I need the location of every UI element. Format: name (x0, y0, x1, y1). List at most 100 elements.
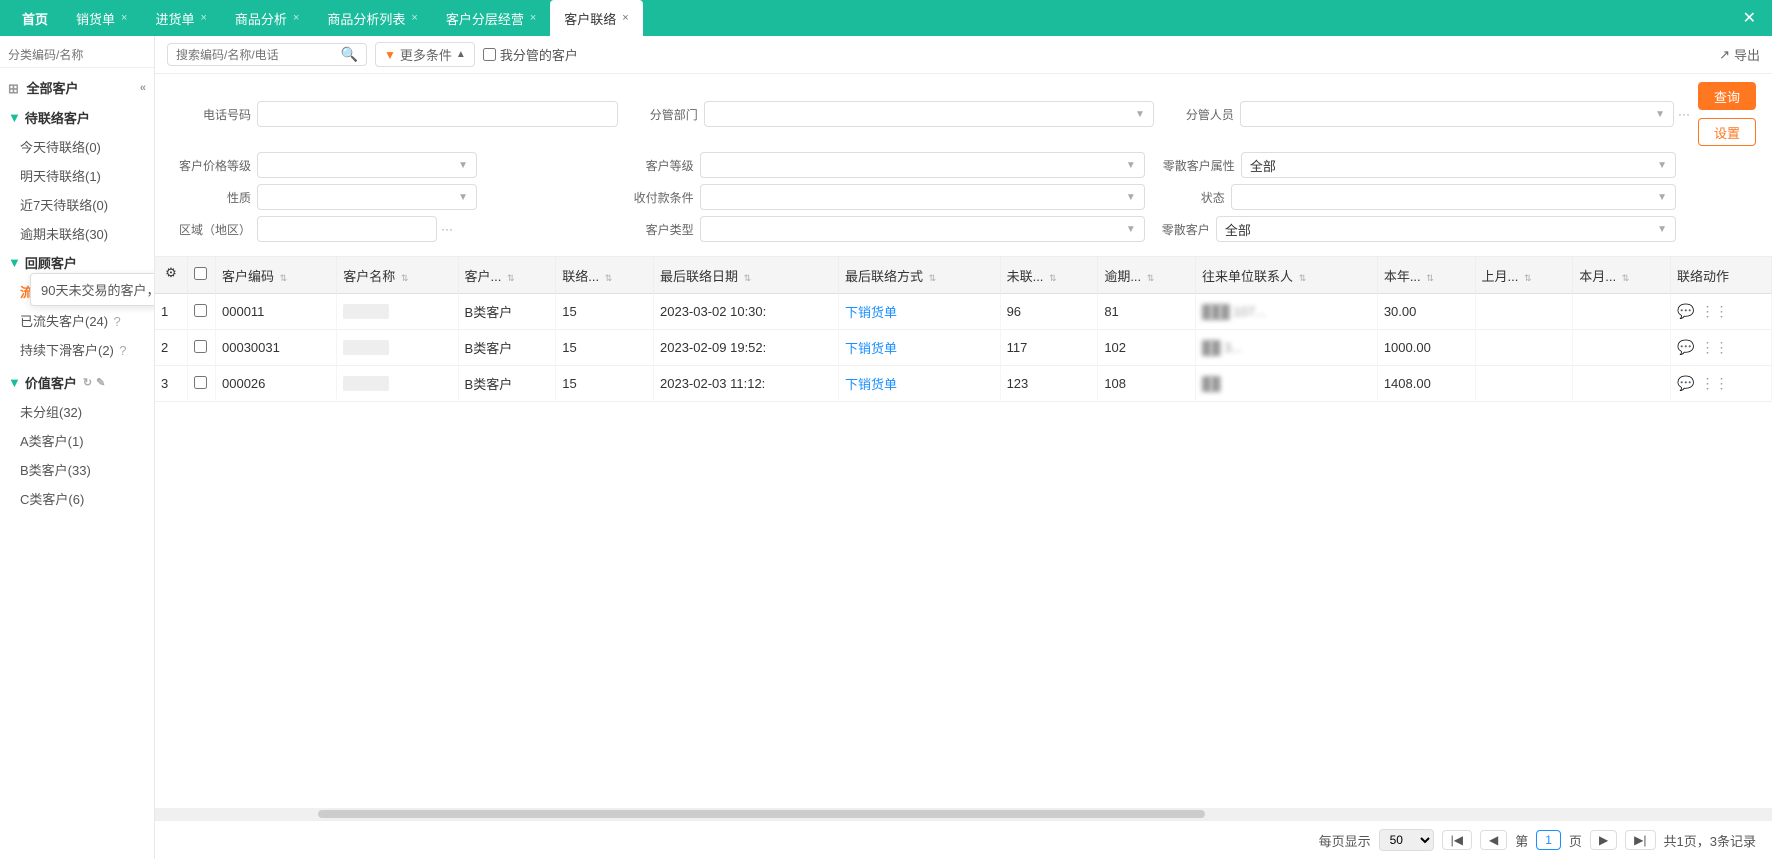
col-contact[interactable]: 联络... ⇅ (556, 257, 654, 294)
setting-button[interactable]: 设置 (1698, 118, 1756, 146)
main-search-button[interactable]: 🔍 (341, 46, 358, 63)
tab-product-analysis-list[interactable]: 商品分析列表 × (313, 0, 431, 36)
horizontal-scrollbar[interactable] (155, 808, 1772, 820)
col-no-contact[interactable]: 未联... ⇅ (1000, 257, 1098, 294)
col-last-month[interactable]: 上月... ⇅ (1475, 257, 1573, 294)
col-name[interactable]: 客户名称 ⇅ (337, 257, 458, 294)
page-size-select[interactable]: 50 100 200 (1379, 829, 1434, 851)
region-select[interactable] (257, 216, 437, 242)
sidebar-item-a-customers[interactable]: A类客户(1) (0, 426, 154, 455)
scrollbar-thumb[interactable] (318, 810, 1205, 818)
tab-sales-order[interactable]: 销货单 × (62, 0, 141, 36)
col-last-method[interactable]: 最后联络方式 ⇅ (838, 257, 1000, 294)
sort-icon-this-month[interactable]: ⇅ (1622, 273, 1630, 283)
close-tab-customer-segmentation[interactable]: × (530, 12, 536, 24)
zero-retail-attr-select[interactable]: 全部 ▼ (1241, 152, 1676, 178)
first-page-button[interactable]: |◀ (1442, 830, 1472, 850)
region-more[interactable]: ··· (441, 222, 453, 236)
action-chat-icon-0[interactable]: 💬 (1677, 303, 1694, 320)
col-type[interactable]: 客户... ⇅ (458, 257, 556, 294)
action-menu-icon-1[interactable]: ⋮⋮ (1700, 339, 1728, 356)
tab-purchase-order[interactable]: 进货单 × (141, 0, 220, 36)
close-tab-product-analysis[interactable]: × (293, 12, 299, 24)
tab-product-analysis[interactable]: 商品分析 × (221, 0, 313, 36)
select-all-checkbox[interactable] (194, 267, 207, 280)
table-settings-icon[interactable]: ⚙ (161, 265, 181, 285)
sidebar-item-7day-contact[interactable]: 近7天待联络(0) (0, 190, 154, 219)
customer-type-select[interactable]: ▼ (700, 216, 1145, 242)
sidebar-item-overdue-contact[interactable]: 逾期未联络(30) (0, 219, 154, 248)
sidebar-group-value-customers[interactable]: ▼ 价值客户 ↻ ✎ (0, 368, 154, 397)
sort-icon-name[interactable]: ⇅ (401, 273, 409, 283)
sort-icon-last-month[interactable]: ⇅ (1524, 273, 1532, 283)
tab-customer-contact[interactable]: 客户联络 × (550, 0, 642, 36)
customer-level-select[interactable]: ▼ (700, 152, 1145, 178)
payment-select[interactable]: ▼ (700, 184, 1145, 210)
gender-select[interactable]: ▼ (257, 184, 477, 210)
cell-checkbox[interactable] (188, 366, 216, 402)
sort-icon-this-year[interactable]: ⇅ (1426, 273, 1434, 283)
sidebar-item-tomorrow-contact[interactable]: 明天待联络(1) (0, 161, 154, 190)
prev-page-button[interactable]: ◀ (1480, 830, 1507, 850)
sidebar-item-b-customers[interactable]: B类客户(33) (0, 455, 154, 484)
last-method-link-2[interactable]: 下销货单 (845, 377, 897, 392)
action-chat-icon-1[interactable]: 💬 (1677, 339, 1694, 356)
query-button[interactable]: 查询 (1698, 82, 1756, 110)
close-tab-sales-order[interactable]: × (121, 12, 127, 24)
col-last-date[interactable]: 最后联络日期 ⇅ (654, 257, 839, 294)
row-checkbox-1[interactable] (194, 340, 207, 353)
export-button[interactable]: ↗ 导出 (1719, 45, 1760, 64)
cell-checkbox[interactable] (188, 294, 216, 330)
cell-checkbox[interactable] (188, 330, 216, 366)
window-close-button[interactable]: ✕ (1735, 8, 1764, 28)
sort-icon-overdue[interactable]: ⇅ (1147, 273, 1155, 283)
sidebar-item-ungrouped[interactable]: 未分组(32) (0, 397, 154, 426)
refresh-icon[interactable]: ↻ (83, 376, 92, 389)
tab-customer-segmentation[interactable]: 客户分层经营 × (432, 0, 550, 36)
action-chat-icon-2[interactable]: 💬 (1677, 375, 1694, 392)
last-method-link-1[interactable]: 下销货单 (845, 341, 897, 356)
sort-icon-contact[interactable]: ⇅ (605, 273, 613, 283)
zero-retail-select[interactable]: 全部 ▼ (1216, 216, 1676, 242)
col-this-month[interactable]: 本月... ⇅ (1573, 257, 1671, 294)
sidebar-group-pending-contact[interactable]: ▼ 待联络客户 (0, 103, 154, 132)
sidebar-collapse-icon[interactable]: « (140, 82, 146, 94)
sidebar-item-today-contact[interactable]: 今天待联络(0) (0, 132, 154, 161)
manager-select[interactable]: ▼ (1240, 101, 1674, 127)
row-checkbox-0[interactable] (194, 304, 207, 317)
cell-last-method[interactable]: 下销货单 (838, 294, 1000, 330)
last-method-link-0[interactable]: 下销货单 (845, 305, 897, 320)
more-filter-button[interactable]: ▼ 更多条件 ▲ (375, 42, 475, 67)
sidebar-item-declining[interactable]: 持续下滑客户(2) ? (0, 335, 154, 364)
my-customers-checkbox[interactable] (483, 48, 496, 61)
close-tab-customer-contact[interactable]: × (622, 12, 628, 24)
sort-icon-code[interactable]: ⇅ (280, 273, 288, 283)
sort-icon-unit-contact[interactable]: ⇅ (1299, 273, 1307, 283)
row-checkbox-2[interactable] (194, 376, 207, 389)
edit-icon[interactable]: ✎ (96, 376, 105, 389)
col-unit-contact[interactable]: 往来单位联系人 ⇅ (1196, 257, 1378, 294)
last-page-button[interactable]: ▶| (1625, 830, 1655, 850)
price-level-select[interactable]: ▼ (257, 152, 477, 178)
close-tab-purchase-order[interactable]: × (200, 12, 206, 24)
col-code[interactable]: 客户编码 ⇅ (216, 257, 337, 294)
sidebar-search-input[interactable] (8, 48, 155, 62)
col-overdue[interactable]: 逾期... ⇅ (1098, 257, 1196, 294)
sort-icon-last-date[interactable]: ⇅ (744, 273, 752, 283)
current-page-number[interactable]: 1 (1536, 830, 1561, 850)
action-menu-icon-2[interactable]: ⋮⋮ (1700, 375, 1728, 392)
col-this-year[interactable]: 本年... ⇅ (1377, 257, 1475, 294)
main-search-input[interactable] (176, 48, 337, 62)
sidebar-all-customers[interactable]: ⊞ 全部客户 « (0, 72, 154, 103)
cell-last-method[interactable]: 下销货单 (838, 366, 1000, 402)
manager-more[interactable]: ··· (1678, 107, 1690, 121)
sort-icon-type[interactable]: ⇅ (507, 273, 515, 283)
dept-select[interactable]: ▼ (704, 101, 1154, 127)
my-customers-checkbox-label[interactable]: 我分管的客户 (483, 45, 578, 64)
action-menu-icon-0[interactable]: ⋮⋮ (1700, 303, 1728, 320)
phone-input[interactable] (257, 101, 618, 127)
cell-last-method[interactable]: 下销货单 (838, 330, 1000, 366)
sidebar-item-already-churned[interactable]: 已流失客户(24) ? (0, 306, 154, 335)
sort-icon-last-method[interactable]: ⇅ (929, 273, 937, 283)
next-page-button[interactable]: ▶ (1590, 830, 1617, 850)
